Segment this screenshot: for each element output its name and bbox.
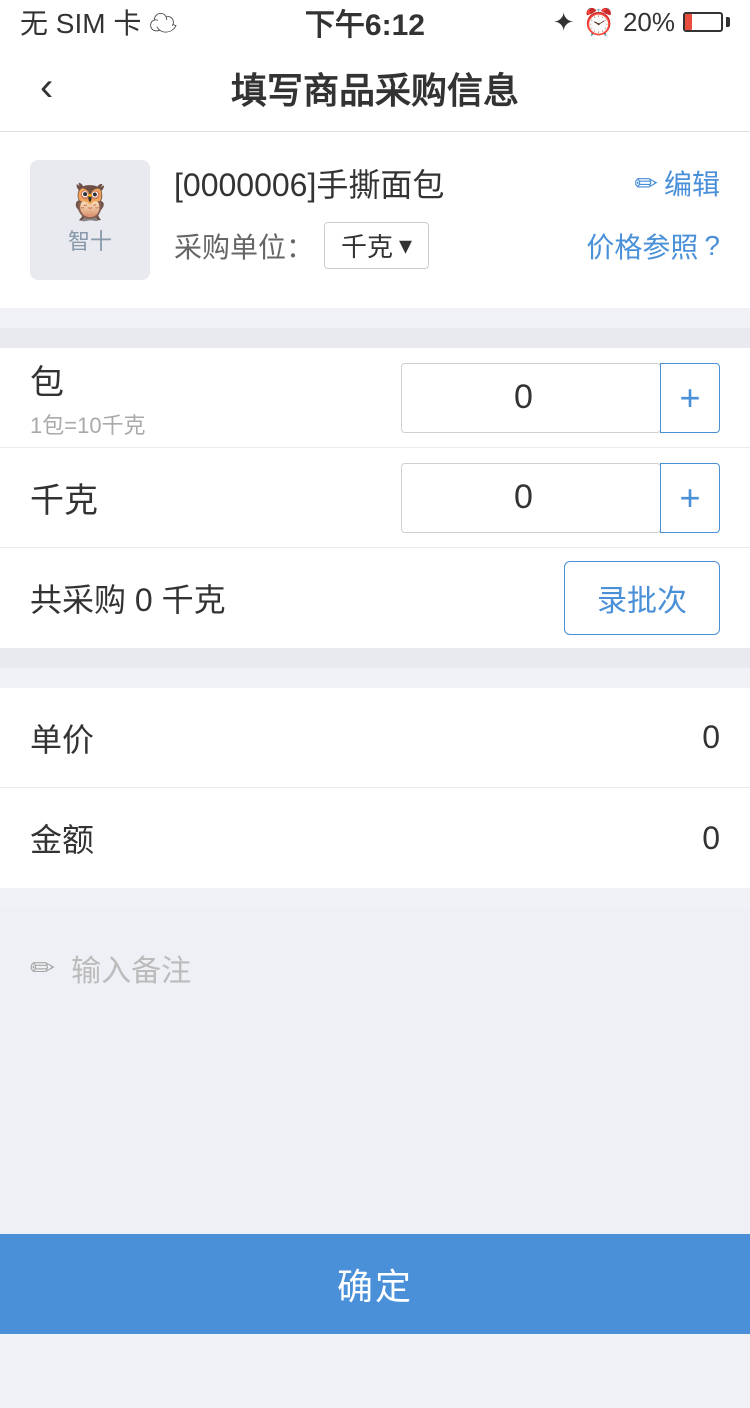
unit-price-label: 单价 (30, 715, 94, 761)
amount-value: 0 (702, 820, 720, 857)
bao-label: 包 1包=10千克 (30, 355, 170, 440)
kg-input-wrap: + (170, 463, 720, 533)
battery-icon (683, 12, 730, 32)
alarm-icon: ⏰ (583, 7, 615, 38)
kg-input[interactable] (401, 463, 661, 533)
section-divider-1 (0, 328, 750, 348)
kg-row: 千克 + (0, 448, 750, 548)
remark-section[interactable]: ✏ 输入备注 (0, 908, 750, 1028)
bao-input[interactable] (401, 363, 661, 433)
amount-row: 金额 0 (0, 788, 750, 888)
price-section: 单价 0 金额 0 (0, 688, 750, 888)
status-left: 无 SIM 卡 ☁ (20, 2, 177, 42)
product-info: [0000006]手撕面包 ✏ 编辑 采购单位： 千克 ▾ 价格参照 ? (174, 160, 720, 269)
purchase-unit-label: 采购单位： 千克 ▾ (174, 222, 429, 269)
bao-label-main: 包 (30, 355, 170, 404)
sim-status: 无 SIM 卡 ☁ (20, 2, 177, 42)
bao-plus-button[interactable]: + (660, 363, 720, 433)
input-section: 包 1包=10千克 + 千克 + 共采购 0 千克 录批次 (0, 348, 750, 648)
owl-label: 智十 (68, 224, 112, 256)
section-divider-2 (0, 648, 750, 668)
price-ref-label: 价格参照 (586, 226, 698, 266)
edit-icon: ✏ (635, 167, 658, 200)
price-ref-button[interactable]: 价格参照 ? (586, 226, 720, 266)
unit-price-value: 0 (702, 719, 720, 756)
confirm-button[interactable]: 确定 (0, 1234, 750, 1334)
product-header: [0000006]手撕面包 ✏ 编辑 (174, 160, 720, 206)
summary-text: 共采购 0 千克 (30, 575, 226, 621)
question-icon: ? (704, 230, 720, 262)
page-title: 填写商品采购信息 (231, 62, 519, 114)
owl-icon: 🦉 (68, 184, 113, 220)
unit-select[interactable]: 千克 ▾ (324, 222, 429, 269)
edit-label: 编辑 (664, 163, 720, 203)
batch-button[interactable]: 录批次 (564, 561, 720, 635)
nav-bar: ‹ 填写商品采购信息 (0, 44, 750, 132)
kg-label: 千克 (30, 473, 170, 522)
battery-percent: 20% (623, 7, 675, 38)
unit-price-row: 单价 0 (0, 688, 750, 788)
product-image: 🦉 智十 (30, 160, 150, 280)
pencil-icon: ✏ (30, 951, 55, 986)
status-time: 下午6:12 (305, 0, 425, 44)
product-name: [0000006]手撕面包 (174, 160, 444, 206)
product-card: 🦉 智十 [0000006]手撕面包 ✏ 编辑 采购单位： 千克 ▾ (0, 132, 750, 308)
status-right: ✦ ⏰ 20% (553, 7, 730, 38)
bao-row: 包 1包=10千克 + (0, 348, 750, 448)
bao-input-wrap: + (170, 363, 720, 433)
back-button[interactable]: ‹ (30, 55, 63, 120)
purchase-unit-row: 采购单位： 千克 ▾ 价格参照 ? (174, 222, 720, 269)
unit-label-text: 采购单位： (174, 226, 314, 266)
unit-value: 千克 (341, 227, 393, 264)
bao-label-sub: 1包=10千克 (30, 408, 170, 440)
status-bar: 无 SIM 卡 ☁ 下午6:12 ✦ ⏰ 20% (0, 0, 750, 44)
kg-label-main: 千克 (30, 473, 170, 522)
kg-plus-button[interactable]: + (660, 463, 720, 533)
location-icon: ✦ (553, 7, 575, 38)
amount-label: 金额 (30, 815, 94, 861)
remark-placeholder: 输入备注 (71, 946, 191, 990)
summary-row: 共采购 0 千克 录批次 (0, 548, 750, 648)
edit-button[interactable]: ✏ 编辑 (635, 163, 720, 203)
chevron-down-icon: ▾ (399, 230, 412, 261)
